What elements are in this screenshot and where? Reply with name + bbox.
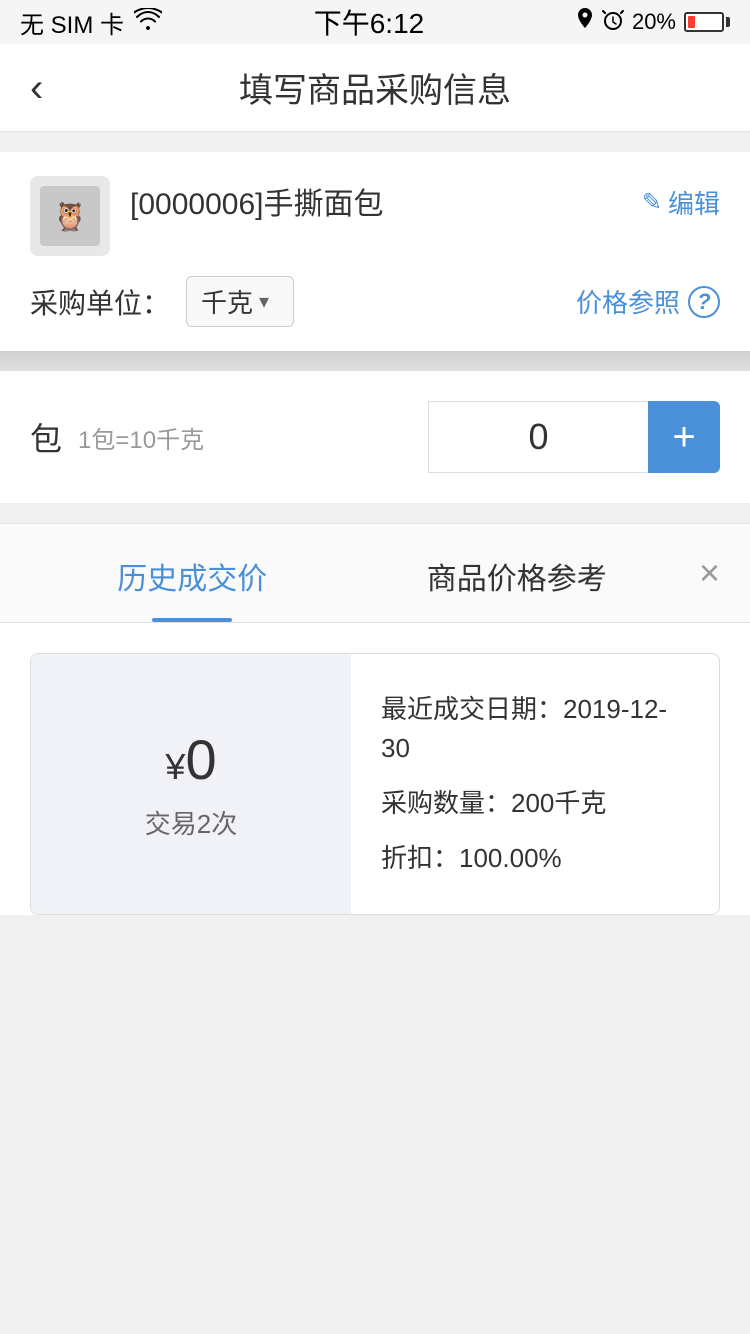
transaction-count: 交易2次 <box>145 804 237 841</box>
recent-date-label: 最近成交日期： <box>381 694 563 724</box>
quantity-plus-button[interactable]: + <box>648 401 720 473</box>
product-owl-icon: 🦉 <box>53 200 88 233</box>
discount-value: 100.00% <box>459 843 562 873</box>
quantity-conversion-note: 1包=10千克 <box>78 420 204 455</box>
edit-button[interactable]: ✎ 编辑 <box>642 176 720 221</box>
quantity-right: 0 + <box>428 401 720 473</box>
tab-history-price[interactable]: 历史成交价 <box>30 524 354 622</box>
nav-bar: ‹ 填写商品采购信息 <box>0 44 750 132</box>
tab-bar: 历史成交价 商品价格参考 × <box>0 524 750 623</box>
price-reference-button[interactable]: 价格参照 ? <box>576 283 720 320</box>
unit-value: 千克 <box>201 283 253 320</box>
unit-label: 采购单位： <box>30 282 170 322</box>
location-icon <box>576 8 594 36</box>
status-left: 无 SIM 卡 <box>20 5 162 40</box>
purchase-qty-row: 采购数量：200千克 <box>381 784 689 823</box>
quantity-row: 包 1包=10千克 0 + <box>0 371 750 503</box>
quantity-input[interactable]: 0 <box>428 401 648 473</box>
status-bar: 无 SIM 卡 下午6:12 20% <box>0 0 750 44</box>
transaction-left: ¥0 交易2次 <box>31 654 351 914</box>
recent-date-row: 最近成交日期：2019-12-30 <box>381 690 689 768</box>
edit-icon: ✎ <box>642 188 662 217</box>
wifi-icon <box>134 8 162 37</box>
page-title: 填写商品采购信息 <box>239 63 511 112</box>
divider-stripe <box>0 351 750 371</box>
tab-close-button[interactable]: × <box>679 535 720 611</box>
product-header: 🦉 [0000006]手撕面包 ✎ 编辑 <box>30 176 720 256</box>
currency-symbol: ¥ <box>165 746 185 787</box>
bottom-panel: 历史成交价 商品价格参考 × ¥0 交易2次 最近成交日期：2019-12-30… <box>0 523 750 915</box>
product-left: 🦉 [0000006]手撕面包 <box>30 176 383 256</box>
dropdown-arrow-icon: ▾ <box>259 289 269 314</box>
battery-label: 20% <box>632 9 676 35</box>
alarm-icon <box>602 8 624 36</box>
discount-row: 折扣：100.00% <box>381 839 689 878</box>
product-thumbnail: 🦉 <box>30 176 110 256</box>
price-ref-info-icon: ? <box>688 286 720 318</box>
status-right: 20% <box>576 8 730 36</box>
purchase-unit-left: 采购单位： 千克 ▾ <box>30 276 294 327</box>
purchase-qty-value: 200千克 <box>511 788 606 818</box>
back-button[interactable]: ‹ <box>30 68 43 108</box>
product-card: 🦉 [0000006]手撕面包 ✎ 编辑 采购单位： 千克 ▾ 价格参照 ? <box>0 152 750 351</box>
price-ref-label: 价格参照 <box>576 283 680 320</box>
quantity-left: 包 1包=10千克 <box>30 414 204 460</box>
unit-select-dropdown[interactable]: 千克 ▾ <box>186 276 294 327</box>
carrier-label: 无 SIM 卡 <box>20 5 124 40</box>
product-name: [0000006]手撕面包 <box>130 176 383 226</box>
quantity-unit-label: 包 <box>30 414 62 460</box>
plus-icon: + <box>672 415 695 460</box>
product-thumb-inner: 🦉 <box>40 186 100 246</box>
purchase-qty-label: 采购数量： <box>381 788 511 818</box>
battery-indicator <box>684 12 730 32</box>
purchase-unit-row: 采购单位： 千克 ▾ 价格参照 ? <box>30 276 720 327</box>
discount-label: 折扣： <box>381 843 459 873</box>
tab-price-reference[interactable]: 商品价格参考 <box>354 524 678 622</box>
transaction-price: ¥0 <box>165 727 216 792</box>
transaction-card: ¥0 交易2次 最近成交日期：2019-12-30 采购数量：200千克 折扣：… <box>30 653 720 915</box>
transaction-right: 最近成交日期：2019-12-30 采购数量：200千克 折扣：100.00% <box>351 654 719 914</box>
status-time: 下午6:12 <box>314 2 425 42</box>
